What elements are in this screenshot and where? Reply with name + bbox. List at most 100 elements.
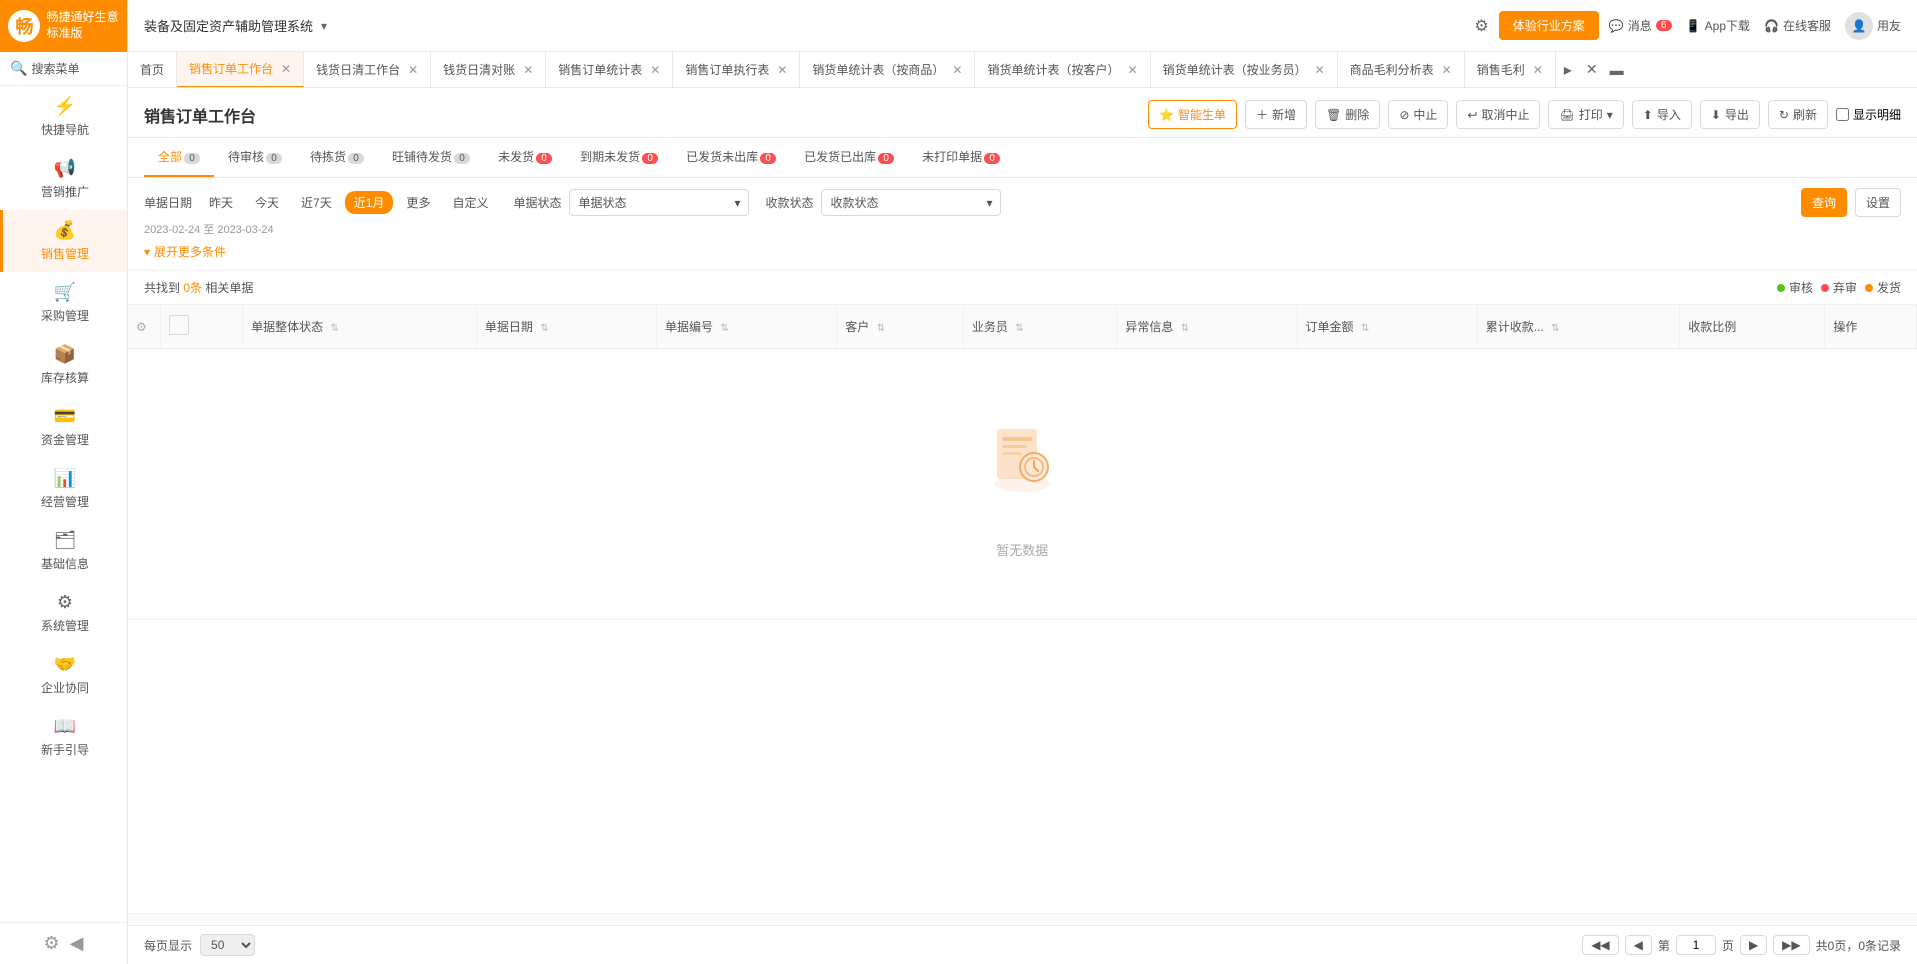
show-detail-input[interactable] [1836,108,1849,121]
tab-sales-profit[interactable]: 销售毛利 ✕ [1465,52,1556,88]
delete-button[interactable]: 🗑 删除 [1315,100,1380,129]
tab-sales-order-close[interactable]: ✕ [281,63,291,75]
tab-cash-daily-close[interactable]: ✕ [408,64,418,76]
user-menu[interactable]: 👤 用友 [1845,12,1901,40]
tab-sales-exec-close[interactable]: ✕ [777,64,787,76]
sidebar-collapse-icon[interactable]: ◀ [70,933,84,954]
sidebar-item-guide[interactable]: 📖 新手引导 [0,706,127,768]
subtab-pending-pickup[interactable]: 待拣货0 [296,138,378,177]
sidebar-item-operation[interactable]: 📊 经营管理 [0,458,127,520]
status-select[interactable]: 单据状态 ▾ [569,189,749,216]
subtab-all[interactable]: 全部0 [144,138,214,177]
date-btn-7days[interactable]: 近7天 [292,191,341,214]
subtab-shipped-not-warehoused[interactable]: 已发货未出库0 [672,138,790,177]
industry-solution-button[interactable]: 体验行业方案 [1499,11,1599,40]
export-button[interactable]: ⬇ 导出 [1700,100,1760,129]
tab-home-label: 首页 [140,61,164,78]
app-download-button[interactable]: 📱 App下载 [1686,17,1750,34]
tab-profit-analysis[interactable]: 商品毛利分析表 ✕ [1338,52,1465,88]
tab-sales-profit-close[interactable]: ✕ [1533,64,1543,76]
tab-sales-summary-product-close[interactable]: ✕ [952,64,962,76]
batch-review-button[interactable]: 审核 [1777,279,1813,296]
sidebar-item-system[interactable]: ⚙ 系统管理 [0,582,127,644]
print-dropdown-icon: ▾ [1607,108,1613,122]
subtab-shipped-warehoused[interactable]: 已发货已出库0 [790,138,908,177]
prev-page-button[interactable]: ◀ [1625,935,1652,955]
print-button[interactable]: 🖨 打印 ▾ [1548,100,1623,129]
tab-sales-summary-customer[interactable]: 销货单统计表（按客户） ✕ [975,52,1150,88]
th-customer-label: 客户 [845,320,869,334]
date-btn-yesterday[interactable]: 昨天 [200,191,242,214]
show-detail-checkbox[interactable]: 显示明细 [1836,106,1901,123]
tab-sales-stat[interactable]: 销售订单统计表 ✕ [546,52,673,88]
topbar-settings-icon[interactable]: ⚙ [1474,16,1488,36]
page-number-input[interactable] [1676,935,1716,955]
sidebar-item-enterprise[interactable]: 🤝 企业协同 [0,644,127,706]
tab-sales-summary-customer-close[interactable]: ✕ [1128,64,1138,76]
subtab-not-shipped[interactable]: 未发货0 [484,138,566,177]
sidebar-item-inventory[interactable]: 📦 库存核算 [0,334,127,396]
add-button[interactable]: ＋ 新增 [1245,100,1307,129]
cancel-stop-button[interactable]: ↩ 取消中止 [1456,100,1540,129]
tab-sales-exec[interactable]: 销售订单执行表 ✕ [673,52,800,88]
batch-abandon-button[interactable]: 弃审 [1821,279,1857,296]
sidebar-item-purchase[interactable]: 🛒 采购管理 [0,272,127,334]
payment-select[interactable]: 收款状态 ▾ [821,189,1001,216]
th-date[interactable]: 单据日期 ⇅ [476,305,656,349]
th-customer[interactable]: 客户 ⇅ [837,305,964,349]
app-download-label: App下载 [1705,17,1750,34]
th-amount[interactable]: 订单金额 ⇅ [1297,305,1477,349]
tabbar-minimize-icon[interactable]: ▬ [1604,62,1630,78]
sidebar-item-quick-nav[interactable]: ⚡ 快捷导航 [0,86,127,148]
th-salesman[interactable]: 业务员 ⇅ [963,305,1116,349]
first-page-button[interactable]: ◀◀ [1582,935,1618,955]
message-button[interactable]: 💬 消息 6 [1609,17,1672,34]
tab-profit-analysis-close[interactable]: ✕ [1442,64,1452,76]
select-all-checkbox[interactable] [169,315,189,335]
sidebar-search[interactable]: 🔍 搜索菜单 [0,52,127,86]
online-service-button[interactable]: 🎧 在线客服 [1764,17,1831,34]
refresh-button[interactable]: ↻ 刷新 [1768,100,1828,129]
th-status[interactable]: 单据整体状态 ⇅ [243,305,477,349]
subtab-wangpu[interactable]: 旺铺待发货0 [378,138,484,177]
sidebar-item-sales[interactable]: 💰 销售管理 [0,210,127,272]
settings-btn[interactable]: 设置 [1855,188,1901,217]
tab-home[interactable]: 首页 [128,52,177,88]
tab-sales-stat-close[interactable]: ✕ [650,64,660,76]
next-page-button[interactable]: ▶ [1740,935,1767,955]
tab-cash-reconcile-close[interactable]: ✕ [523,64,533,76]
expand-conditions-button[interactable]: ▾ 展开更多条件 [144,243,1901,260]
date-btn-more[interactable]: 更多 [397,191,439,214]
sidebar-item-marketing[interactable]: 📢 营销推广 [0,148,127,210]
subtab-pending-review[interactable]: 待审核0 [214,138,296,177]
date-btn-1month[interactable]: 近1月 [345,191,394,214]
per-page-select[interactable]: 10 20 50 100 [200,934,255,956]
subtab-overdue[interactable]: 到期未发货0 [566,138,672,177]
tab-sales-summary-staff[interactable]: 销货单统计表（按业务员） ✕ [1151,52,1338,88]
date-btn-today[interactable]: 今天 [246,191,288,214]
tabbar-close-all-icon[interactable]: ✕ [1580,61,1604,78]
tab-sales-summary-staff-close[interactable]: ✕ [1315,64,1325,76]
sidebar-settings-icon[interactable]: ⚙ [44,933,60,954]
import-button[interactable]: ⬆ 导入 [1632,100,1692,129]
tab-sales-summary-product[interactable]: 销货单统计表（按商品） ✕ [800,52,975,88]
tab-cash-daily[interactable]: 钱货日清工作台 ✕ [304,52,431,88]
last-page-button[interactable]: ▶▶ [1773,935,1809,955]
column-settings-icon[interactable]: ⚙ [136,320,147,334]
batch-ship-button[interactable]: 发货 [1865,279,1901,296]
tab-sales-order[interactable]: 销售订单工作台 ✕ [177,52,304,88]
th-collected[interactable]: 累计收款... ⇅ [1477,305,1680,349]
stop-button[interactable]: ⊘ 中止 [1388,100,1448,129]
subtab-not-printed[interactable]: 未打印单据0 [908,138,1014,177]
tabbar-more-icon[interactable]: ▸ [1556,60,1580,80]
tab-cash-reconcile[interactable]: 钱货日清对账 ✕ [431,52,546,88]
sidebar-item-finance[interactable]: 💳 资金管理 [0,396,127,458]
smart-generate-button[interactable]: ⭐ 智能生单 [1148,100,1237,129]
th-abnormal[interactable]: 异常信息 ⇅ [1117,305,1297,349]
query-button[interactable]: 查询 [1801,188,1847,217]
date-btn-custom[interactable]: 自定义 [443,191,497,214]
topbar-dropdown[interactable]: ▾ [321,19,327,33]
th-number[interactable]: 单据编号 ⇅ [657,305,837,349]
horizontal-scrollbar[interactable] [128,913,1917,925]
sidebar-item-basic[interactable]: 🗂 基础信息 [0,520,127,582]
